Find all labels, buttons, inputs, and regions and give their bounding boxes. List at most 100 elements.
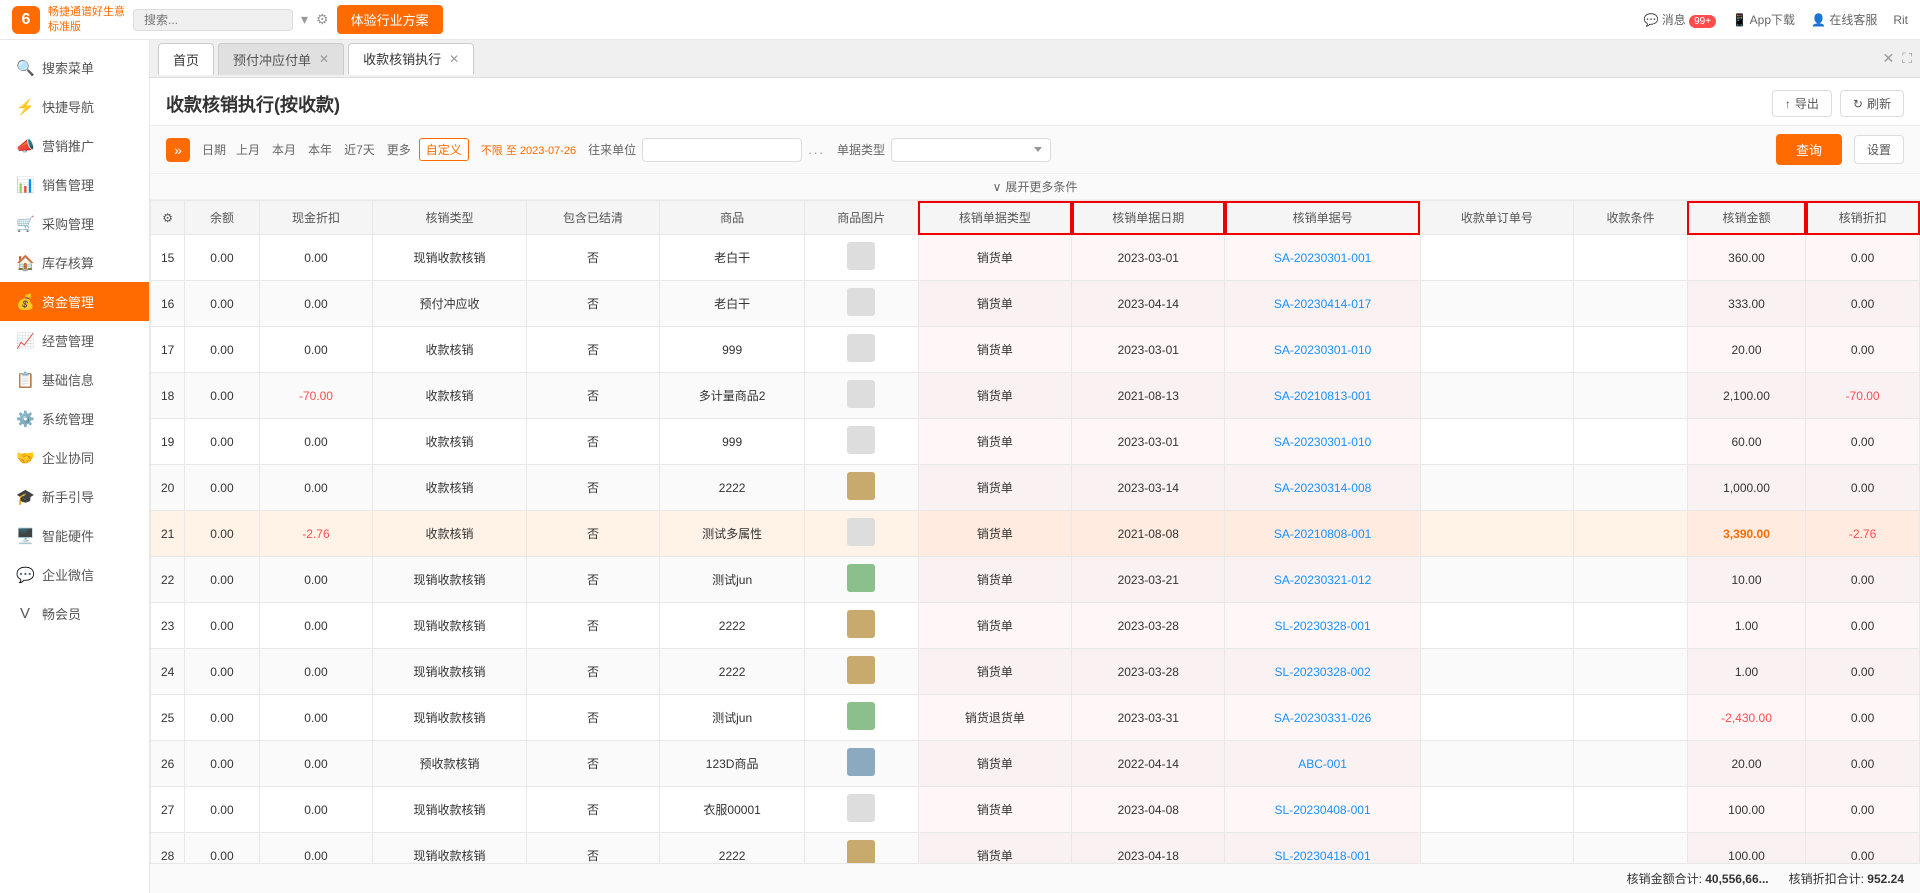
sidebar-item-13[interactable]: 💬企业微信 xyxy=(0,555,149,594)
doc-no-link[interactable]: SA-20230414-017 xyxy=(1274,297,1371,311)
doc-no-link[interactable]: SA-20210808-001 xyxy=(1274,527,1371,541)
main-content: 首页 预付冲应付单 ✕ 收款核销执行 ✕ ✕ ⛶ 收款核销执行(按收款) ↑ xyxy=(150,40,1920,893)
date-opt-custom[interactable]: 自定义 xyxy=(419,138,469,161)
tab-prepay[interactable]: 预付冲应付单 ✕ xyxy=(218,43,344,75)
doc-no-link[interactable]: SA-20230331-026 xyxy=(1274,711,1371,725)
sidebar-label-8: 基础信息 xyxy=(42,370,94,389)
sidebar-label-5: 库存核算 xyxy=(42,253,94,272)
th-gear[interactable]: ⚙ xyxy=(151,201,185,235)
sidebar-items: 🔍搜索菜单⚡快捷导航📣营销推广📊销售管理🛒采购管理 🏠 库存核算 💰资金管理📈经营管理… xyxy=(0,48,149,633)
dropdown-icon[interactable]: ▾ xyxy=(301,11,308,28)
query-btn[interactable]: 查询 xyxy=(1776,134,1842,165)
td-balance: 0.00 xyxy=(185,281,259,327)
th-doc-type: 核销单据类型 xyxy=(918,201,1071,235)
sidebar-item-10[interactable]: 🤝企业协同 xyxy=(0,438,149,477)
date-opt-this-month[interactable]: 本月 xyxy=(268,139,300,160)
sidebar-item-3[interactable]: 📊销售管理 xyxy=(0,165,149,204)
doc-no-link[interactable]: SA-20230314-008 xyxy=(1274,481,1371,495)
date-opt-last-month[interactable]: 上月 xyxy=(232,139,264,160)
sidebar-item-8[interactable]: 📋基础信息 xyxy=(0,360,149,399)
doctype-select[interactable] xyxy=(891,138,1051,162)
tab-expand[interactable]: ⛶ xyxy=(1902,50,1912,67)
sidebar-item-7[interactable]: 📈经营管理 xyxy=(0,321,149,360)
td-cash-discount: 0.00 xyxy=(259,327,373,373)
td-amount: 2,100.00 xyxy=(1687,373,1805,419)
sidebar-item-5[interactable]: 🏠 库存核算 xyxy=(0,243,149,282)
td-product: 2222 xyxy=(660,649,805,695)
sidebar-label-9: 系统管理 xyxy=(42,409,94,428)
tab-collection[interactable]: 收款核销执行 ✕ xyxy=(348,43,474,75)
tab-collection-close[interactable]: ✕ xyxy=(449,52,459,66)
filter-bar: » 日期 上月 本月 本年 近7天 更多 自定义 不限 至 2023-07-26 xyxy=(150,126,1920,174)
tab-close-all[interactable]: ✕ xyxy=(1882,50,1894,67)
td-cash-discount: 0.00 xyxy=(259,603,373,649)
sidebar-item-6[interactable]: 💰资金管理 xyxy=(0,282,149,321)
doc-no-link[interactable]: ABC-001 xyxy=(1298,757,1347,771)
industry-btn[interactable]: 体验行业方案 xyxy=(337,5,443,34)
partner-input[interactable] xyxy=(642,138,802,162)
td-settled: 否 xyxy=(526,557,660,603)
partner-dots[interactable]: ... xyxy=(808,142,825,157)
td-order-no xyxy=(1420,741,1573,787)
td-discount: 0.00 xyxy=(1806,419,1920,465)
expand-more-bar[interactable]: ∨ 展开更多条件 xyxy=(150,174,1920,200)
td-type: 预付冲应收 xyxy=(373,281,526,327)
refresh-btn[interactable]: ↻ 刷新 xyxy=(1840,90,1904,117)
sidebar-item-4[interactable]: 🛒采购管理 xyxy=(0,204,149,243)
td-payment-term xyxy=(1574,235,1688,281)
sidebar-item-1[interactable]: ⚡快捷导航 xyxy=(0,87,149,126)
msg-area[interactable]: 💬 消息 99+ xyxy=(1643,11,1716,28)
td-num: 18 xyxy=(151,373,185,419)
doc-no-link[interactable]: SA-20230301-010 xyxy=(1274,435,1371,449)
td-doc-date: 2023-04-14 xyxy=(1072,281,1225,327)
doc-no-link[interactable]: SL-20230328-002 xyxy=(1275,665,1371,679)
doc-no-link[interactable]: SL-20230328-001 xyxy=(1275,619,1371,633)
td-order-no xyxy=(1420,557,1573,603)
table-container: ⚙ 余额 现金折扣 核销类型 包含已结清 商品 商品图片 核销单据类型 核销单据… xyxy=(150,200,1920,863)
td-balance: 0.00 xyxy=(185,373,259,419)
table-row: 16 0.00 0.00 预付冲应收 否 老白干 销货单 2023-04-14 … xyxy=(151,281,1920,327)
td-doc-no: SA-20230301-001 xyxy=(1225,235,1420,281)
sidebar-item-14[interactable]: V畅会员 xyxy=(0,594,149,633)
online-service[interactable]: 👤 在线客服 xyxy=(1811,11,1877,28)
td-settled: 否 xyxy=(526,649,660,695)
doc-no-link[interactable]: SL-20230408-001 xyxy=(1275,803,1371,817)
settings-icon[interactable]: ⚙ xyxy=(316,11,329,28)
tab-prepay-close[interactable]: ✕ xyxy=(319,52,329,66)
sidebar-item-0[interactable]: 🔍搜索菜单 xyxy=(0,48,149,87)
filter-date-options: 上月 本月 本年 近7天 更多 自定义 xyxy=(232,138,469,161)
date-opt-this-year[interactable]: 本年 xyxy=(304,139,336,160)
doc-no-link[interactable]: SA-20230321-012 xyxy=(1274,573,1371,587)
doc-no-link[interactable]: SA-20210813-001 xyxy=(1274,389,1371,403)
sidebar-item-9[interactable]: ⚙️系统管理 xyxy=(0,399,149,438)
settings-btn[interactable]: 设置 xyxy=(1854,135,1904,164)
sidebar-item-11[interactable]: 🎓新手引导 xyxy=(0,477,149,516)
tab-home[interactable]: 首页 xyxy=(158,43,214,75)
doc-no-link[interactable]: SA-20230301-001 xyxy=(1274,251,1371,265)
td-doc-no: SL-20230328-001 xyxy=(1225,603,1420,649)
filter-expand-btn[interactable]: » xyxy=(166,138,190,162)
td-type: 收款核销 xyxy=(373,373,526,419)
export-btn[interactable]: ↑ 导出 xyxy=(1772,90,1832,117)
top-bar: 6 畅捷通谱好生意 标准版 ▾ ⚙ 体验行业方案 💬 消息 99+ 📱 App下… xyxy=(0,0,1920,40)
footer-amount: 核销金额合计: 40,556,66... xyxy=(1627,870,1769,887)
td-product: 测试jun xyxy=(660,695,805,741)
sidebar-item-12[interactable]: 🖥️智能硬件 xyxy=(0,516,149,555)
sidebar-icon-5: 🏠 xyxy=(16,254,34,272)
sidebar-label-6: 资金管理 xyxy=(42,292,94,311)
user-name[interactable]: Rit xyxy=(1893,13,1908,27)
td-payment-term xyxy=(1574,603,1688,649)
date-opt-more[interactable]: 更多 xyxy=(383,139,415,160)
top-search-input[interactable] xyxy=(133,9,293,31)
date-opt-7days[interactable]: 近7天 xyxy=(340,139,379,160)
sidebar-label-11: 新手引导 xyxy=(42,487,94,506)
app-download[interactable]: 📱 App下载 xyxy=(1732,11,1795,28)
table-row: 27 0.00 0.00 现销收款核销 否 衣服00001 销货单 2023-0… xyxy=(151,787,1920,833)
tabs-bar-right: ✕ ⛶ xyxy=(1882,50,1912,67)
doc-no-link[interactable]: SL-20230418-001 xyxy=(1275,849,1371,863)
td-doc-date: 2023-03-01 xyxy=(1072,327,1225,373)
td-doc-type: 销货单 xyxy=(918,649,1071,695)
sidebar-item-2[interactable]: 📣营销推广 xyxy=(0,126,149,165)
doc-no-link[interactable]: SA-20230301-010 xyxy=(1274,343,1371,357)
th-order-no: 收款单订单号 xyxy=(1420,201,1573,235)
